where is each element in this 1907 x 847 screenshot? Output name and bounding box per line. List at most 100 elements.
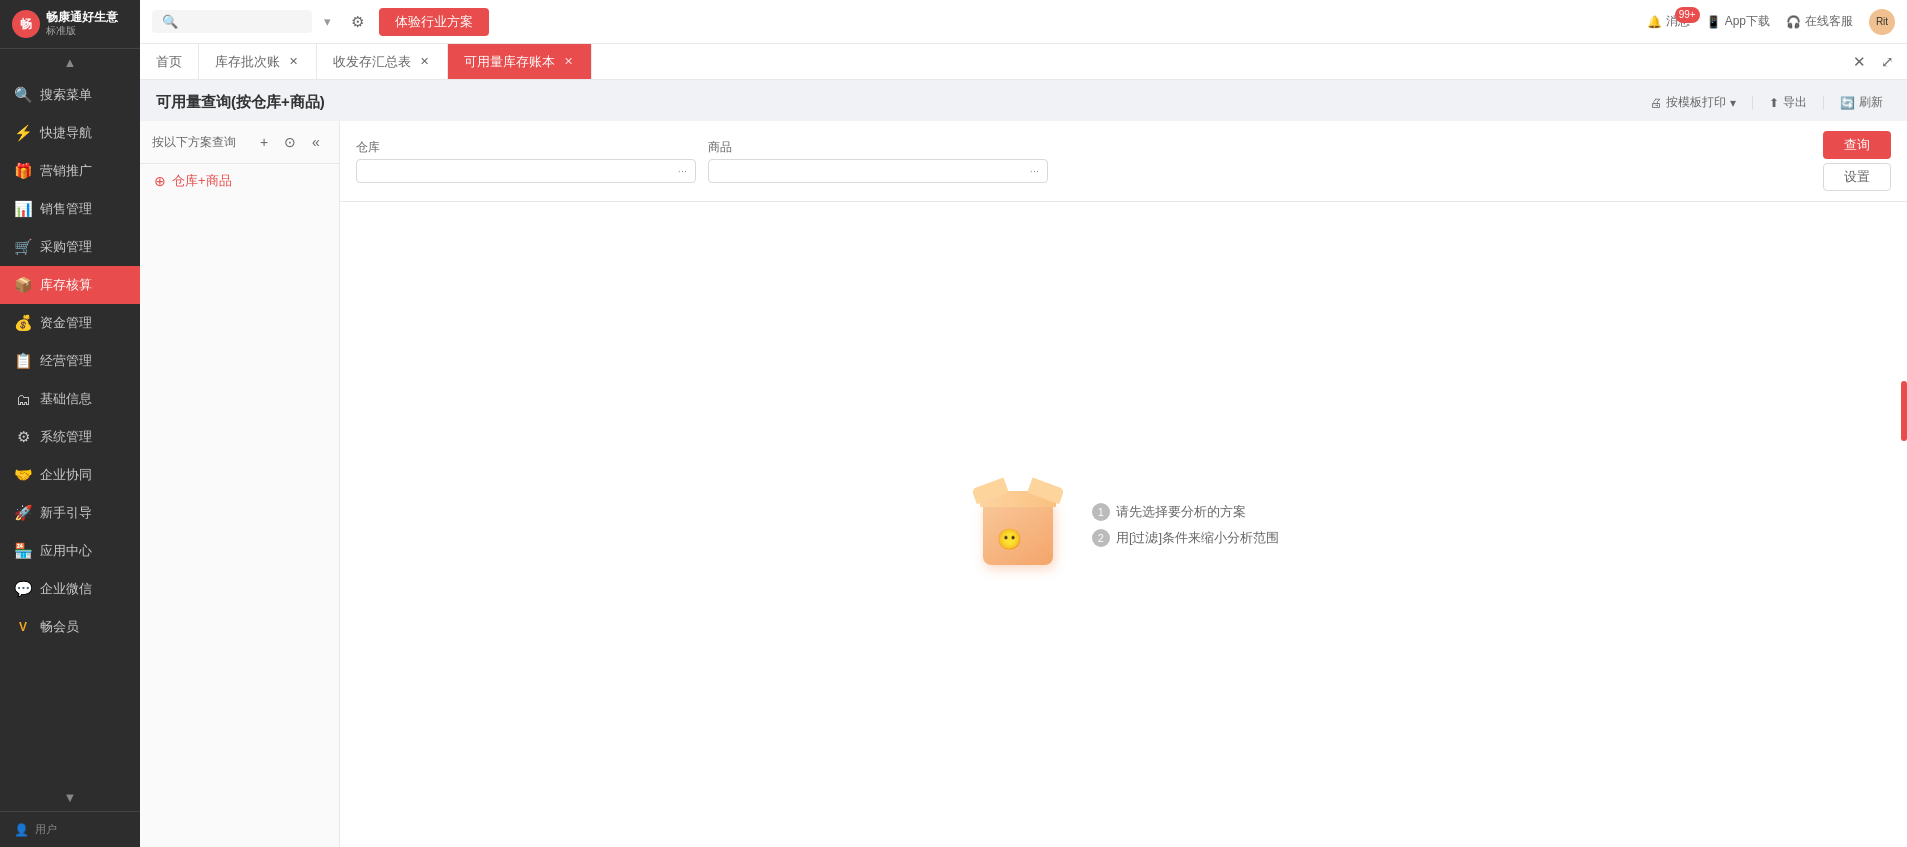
filter-collapse-button[interactable]: «: [305, 131, 327, 153]
gift-icon: 🎁: [14, 162, 32, 180]
warehouse-field: 仓库 ···: [356, 139, 696, 183]
topbar-right-actions: 🔔 消息 99+ 📱 App下载 🎧 在线客服 Rit: [1647, 9, 1895, 35]
query-buttons: 查询 设置: [1823, 131, 1891, 191]
tab-batch-close[interactable]: ✕: [286, 55, 300, 69]
sidebar-scroll-down[interactable]: ▼: [0, 784, 140, 811]
goods-label: 商品: [708, 139, 1048, 156]
tab-available[interactable]: 可用量库存账本 ✕: [448, 44, 592, 79]
tab-summary-close[interactable]: ✕: [417, 55, 431, 69]
sidebar-item-finance[interactable]: 💰 资金管理: [0, 304, 140, 342]
topbar-settings-button[interactable]: ⚙: [343, 8, 371, 36]
handshake-icon: 🤝: [14, 466, 32, 484]
print-button[interactable]: 🖨 按模板打印 ▾: [1642, 90, 1744, 115]
sidebar-item-label: 系统管理: [40, 428, 92, 446]
message-button[interactable]: 🔔 消息 99+: [1647, 13, 1690, 30]
box-icon: 📦: [14, 276, 32, 294]
sidebar-item-enterprise[interactable]: 🤝 企业协同: [0, 456, 140, 494]
folder-icon: 🗂: [14, 391, 32, 408]
sidebar-item-apps[interactable]: 🏪 应用中心: [0, 532, 140, 570]
settings-button[interactable]: 设置: [1823, 163, 1891, 191]
online-service-button[interactable]: 🎧 在线客服: [1786, 13, 1853, 30]
search-dropdown-icon[interactable]: ▾: [320, 14, 335, 29]
sidebar-item-label: 新手引导: [40, 504, 92, 522]
user-icon: 👤: [14, 823, 29, 837]
empty-hint-1: 1 请先选择要分析的方案: [1092, 503, 1279, 521]
sidebar-item-basic[interactable]: 🗂 基础信息: [0, 380, 140, 418]
refresh-button[interactable]: 🔄 刷新: [1832, 90, 1891, 115]
chat-icon: 💬: [14, 580, 32, 598]
filter-panel-actions: + ⊙ «: [253, 131, 327, 153]
empty-illustration: 😶: [968, 475, 1068, 575]
goods-input[interactable]: [717, 164, 1024, 178]
warehouse-icon: ⊕: [154, 173, 166, 189]
sidebar-item-label: 快捷导航: [40, 124, 92, 142]
sidebar-item-system[interactable]: ⚙ 系统管理: [0, 418, 140, 456]
sidebar-brand: 畅康通好生意 标准版: [46, 10, 118, 38]
sidebar-item-operations[interactable]: 📋 经营管理: [0, 342, 140, 380]
tab-expand-button[interactable]: ⤢: [1875, 50, 1899, 74]
sidebar-item-label: 基础信息: [40, 390, 92, 408]
tabbar: 首页 库存批次账 ✕ 收发存汇总表 ✕ 可用量库存账本 ✕ ✕ ⤢: [140, 44, 1907, 80]
filter-settings-button[interactable]: ⊙: [279, 131, 301, 153]
empty-hint-text: 1 请先选择要分析的方案 2 用[过滤]条件来缩小分析范围: [1092, 503, 1279, 547]
sidebar-item-marketing[interactable]: 🎁 营销推广: [0, 152, 140, 190]
warehouse-more-button[interactable]: ···: [678, 165, 687, 177]
goods-more-button[interactable]: ···: [1030, 165, 1039, 177]
right-scrollbar[interactable]: [1901, 381, 1907, 441]
search-icon: 🔍: [162, 14, 178, 29]
page-header: 可用量查询(按仓库+商品) 🖨 按模板打印 ▾ ⬆ 导出 🔄 刷新: [140, 80, 1907, 121]
money-icon: 💰: [14, 314, 32, 332]
content-area: 按以下方案查询 + ⊙ « ⊕ 仓库+商品 仓库 ···: [140, 121, 1907, 847]
sidebar-item-label: 库存核算: [40, 276, 92, 294]
sidebar-item-newbie[interactable]: 🚀 新手引导: [0, 494, 140, 532]
sidebar-item-wechat[interactable]: 💬 企业微信: [0, 570, 140, 608]
avatar: Rit: [1869, 9, 1895, 35]
sidebar-item-label: 搜索菜单: [40, 86, 92, 104]
sidebar-item-label: 经营管理: [40, 352, 92, 370]
search-input[interactable]: [184, 15, 302, 29]
tab-summary[interactable]: 收发存汇总表 ✕: [317, 44, 448, 79]
warehouse-input-wrapper[interactable]: ···: [356, 159, 696, 183]
tab-available-close[interactable]: ✕: [561, 55, 575, 69]
tab-close-all-button[interactable]: ✕: [1847, 50, 1871, 74]
headset-icon: 🎧: [1786, 15, 1801, 29]
experience-industry-button[interactable]: 体验行业方案: [379, 8, 489, 36]
hint-number-1: 1: [1092, 503, 1110, 521]
user-info-button[interactable]: Rit: [1869, 9, 1895, 35]
print-icon: 🖨: [1650, 96, 1662, 110]
page-title: 可用量查询(按仓库+商品): [156, 93, 325, 112]
query-button[interactable]: 查询: [1823, 131, 1891, 159]
tab-batch[interactable]: 库存批次账 ✕: [199, 44, 317, 79]
sidebar-item-label: 采购管理: [40, 238, 92, 256]
export-button[interactable]: ⬆ 导出: [1761, 90, 1815, 115]
sidebar-item-search[interactable]: 🔍 搜索菜单: [0, 76, 140, 114]
goods-input-wrapper[interactable]: ···: [708, 159, 1048, 183]
filter-add-button[interactable]: +: [253, 131, 275, 153]
brand-tag: 标准版: [46, 24, 118, 38]
main-content: 🔍 ▾ ⚙ 体验行业方案 🔔 消息 99+ 📱 App下载 🎧 在线客服 R: [140, 0, 1907, 847]
clipboard-icon: 📋: [14, 352, 32, 370]
search-icon: 🔍: [14, 86, 32, 104]
goods-field: 商品 ···: [708, 139, 1048, 183]
filter-item-warehouse-goods[interactable]: ⊕ 仓库+商品: [140, 164, 339, 198]
message-badge: 99+: [1675, 7, 1700, 23]
sidebar-scroll-up[interactable]: ▲: [0, 49, 140, 76]
topbar-search-box[interactable]: 🔍: [152, 10, 312, 33]
sidebar-footer[interactable]: 👤 用户: [0, 811, 140, 847]
sidebar-item-shortcut[interactable]: ⚡ 快捷导航: [0, 114, 140, 152]
hint-text-2: 用[过滤]条件来缩小分析范围: [1116, 529, 1279, 547]
tab-home[interactable]: 首页: [140, 44, 199, 79]
store-icon: 🏪: [14, 542, 32, 560]
app-download-button[interactable]: 📱 App下载: [1706, 13, 1770, 30]
sidebar-item-purchase[interactable]: 🛒 采购管理: [0, 228, 140, 266]
sidebar-item-member[interactable]: V 畅会员: [0, 608, 140, 646]
filter-panel-title: 按以下方案查询: [152, 134, 236, 151]
sidebar-item-label: 营销推广: [40, 162, 92, 180]
warehouse-input[interactable]: [365, 164, 672, 178]
sidebar-logo: 畅: [12, 10, 40, 38]
sidebar-item-inventory[interactable]: 📦 库存核算: [0, 266, 140, 304]
print-dropdown-icon: ▾: [1730, 96, 1736, 110]
rocket-icon: 🚀: [14, 504, 32, 522]
sidebar-item-sales[interactable]: 📊 销售管理: [0, 190, 140, 228]
query-area: 仓库 ··· 商品 ··· 查询 设置: [340, 121, 1907, 847]
